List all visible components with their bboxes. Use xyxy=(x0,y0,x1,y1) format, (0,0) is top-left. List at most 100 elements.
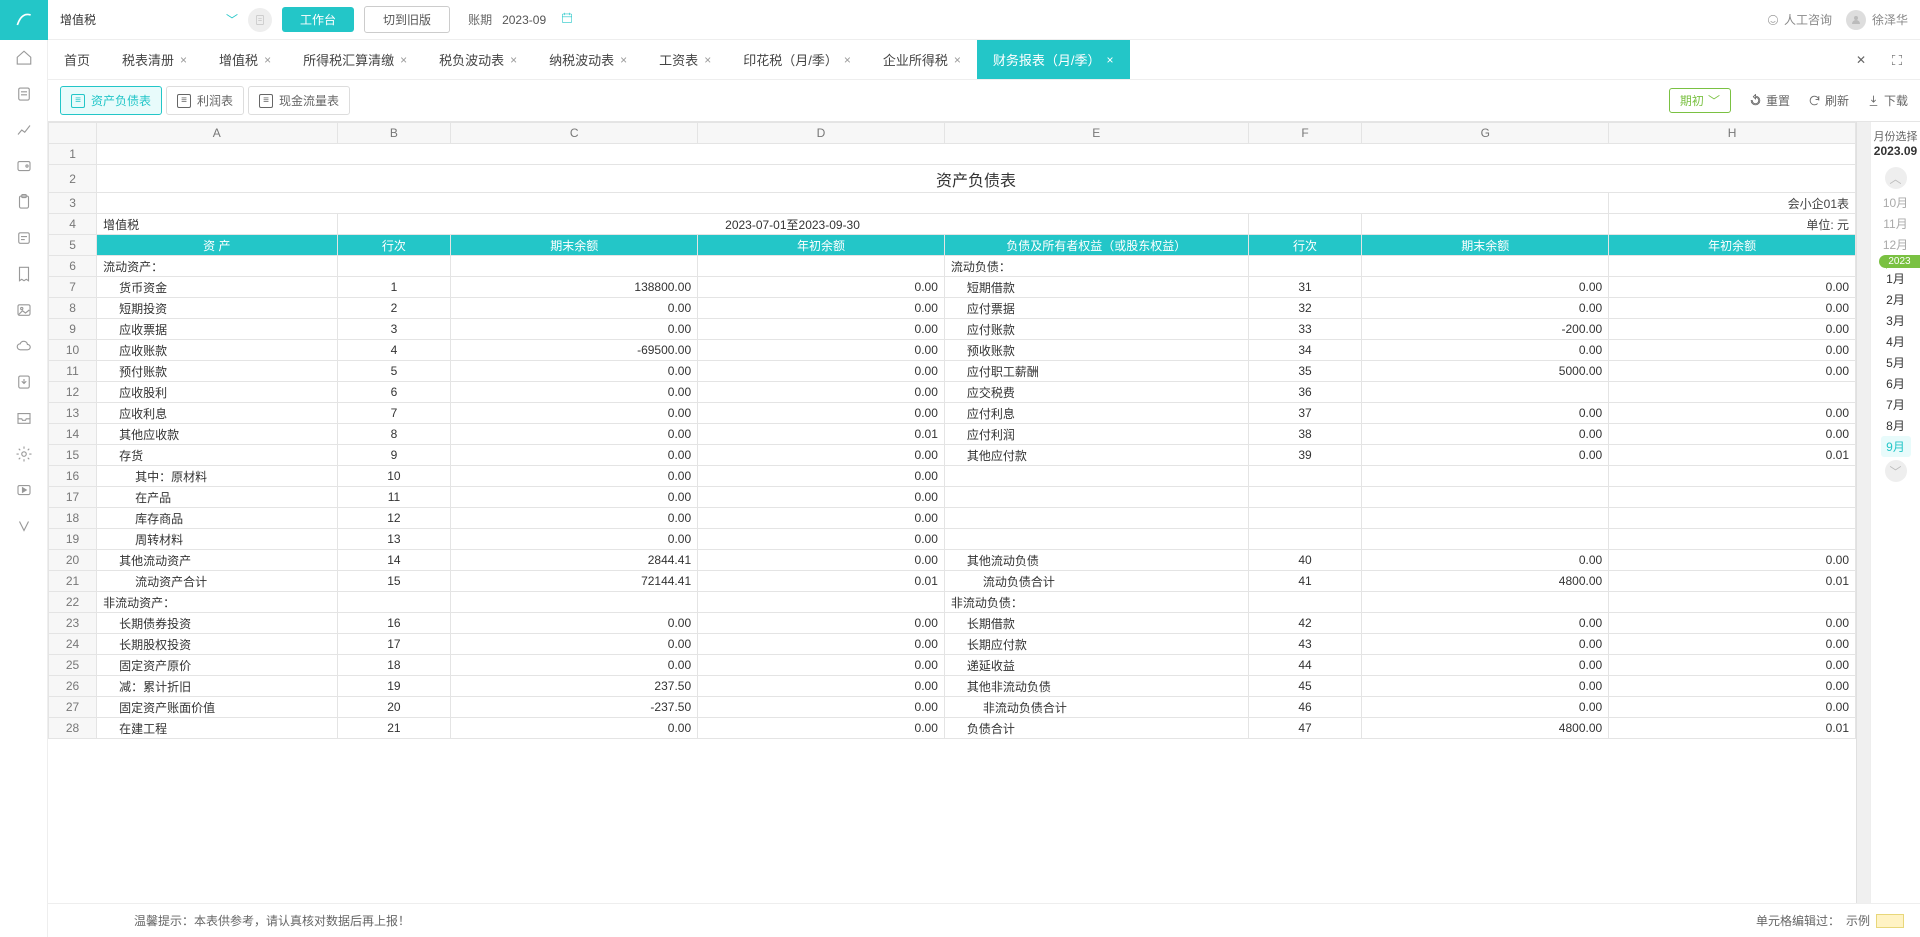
cell[interactable] xyxy=(944,487,1248,508)
cell[interactable]: 34 xyxy=(1248,340,1362,361)
tab-首页[interactable]: 首页 xyxy=(48,40,106,79)
cell[interactable]: 应收票据 xyxy=(97,319,337,340)
col-header[interactable]: C xyxy=(451,123,698,144)
month-item[interactable]: 9月 xyxy=(1881,436,1911,457)
month-item[interactable]: 10月 xyxy=(1871,192,1920,213)
month-item[interactable]: 8月 xyxy=(1871,415,1920,436)
cell[interactable] xyxy=(944,529,1248,550)
cell[interactable]: 0.01 xyxy=(1609,445,1856,466)
cell[interactable]: 8 xyxy=(337,424,451,445)
month-item[interactable]: 12月 xyxy=(1871,234,1920,255)
row-header[interactable]: 4 xyxy=(49,214,97,235)
cell[interactable]: 6 xyxy=(337,382,451,403)
cell[interactable]: 18 xyxy=(337,655,451,676)
row-header[interactable]: 18 xyxy=(49,508,97,529)
cell[interactable]: 12 xyxy=(337,508,451,529)
tab-纳税波动表[interactable]: 纳税波动表× xyxy=(533,40,643,79)
col-header[interactable]: E xyxy=(944,123,1248,144)
cell[interactable] xyxy=(337,256,451,277)
nav-doc-icon[interactable] xyxy=(0,76,48,112)
close-icon[interactable]: × xyxy=(510,53,517,67)
cell[interactable]: 减：累计折旧 xyxy=(97,676,337,697)
cell[interactable]: 固定资产账面价值 xyxy=(97,697,337,718)
cell[interactable]: 0.00 xyxy=(1362,403,1609,424)
calendar-icon[interactable] xyxy=(560,11,574,28)
cell[interactable]: 其中：原材料 xyxy=(97,466,337,487)
cell[interactable]: 39 xyxy=(1248,445,1362,466)
nav-clipboard-icon[interactable] xyxy=(0,184,48,220)
cell[interactable]: 长期债券投资 xyxy=(97,613,337,634)
cell[interactable]: 非流动负债合计 xyxy=(944,697,1248,718)
close-icon[interactable]: × xyxy=(1107,53,1114,67)
cell[interactable]: 0.00 xyxy=(1362,277,1609,298)
tab-税表清册[interactable]: 税表清册× xyxy=(106,40,203,79)
cell[interactable]: 库存商品 xyxy=(97,508,337,529)
cell[interactable]: 0.00 xyxy=(451,466,698,487)
cell[interactable]: 2844.41 xyxy=(451,550,698,571)
cell[interactable]: 0.00 xyxy=(698,403,945,424)
cell[interactable]: 0.00 xyxy=(1362,697,1609,718)
row-header[interactable]: 24 xyxy=(49,634,97,655)
cell[interactable]: 长期股权投资 xyxy=(97,634,337,655)
period-value[interactable]: 2023-09 xyxy=(502,13,546,27)
cell[interactable]: 流动负债： xyxy=(944,256,1248,277)
cell[interactable]: 0.00 xyxy=(1362,676,1609,697)
cell[interactable]: 应付利润 xyxy=(944,424,1248,445)
nav-cloud-icon[interactable] xyxy=(0,328,48,364)
cell[interactable] xyxy=(1609,487,1856,508)
row-header[interactable]: 23 xyxy=(49,613,97,634)
cell[interactable]: 0.01 xyxy=(1609,718,1856,739)
row-header[interactable]: 3 xyxy=(49,193,97,214)
cell[interactable]: 13 xyxy=(337,529,451,550)
row-header[interactable]: 11 xyxy=(49,361,97,382)
cell[interactable]: 72144.41 xyxy=(451,571,698,592)
cell[interactable]: 31 xyxy=(1248,277,1362,298)
cell[interactable]: 其他流动资产 xyxy=(97,550,337,571)
cell[interactable]: 40 xyxy=(1248,550,1362,571)
cell[interactable]: 0.00 xyxy=(698,487,945,508)
row-header[interactable]: 15 xyxy=(49,445,97,466)
cell[interactable] xyxy=(1609,529,1856,550)
cell[interactable] xyxy=(1609,466,1856,487)
cell[interactable] xyxy=(451,592,698,613)
switch-old-button[interactable]: 切到旧版 xyxy=(364,6,450,33)
row-header[interactable]: 8 xyxy=(49,298,97,319)
month-item[interactable]: 6月 xyxy=(1871,373,1920,394)
cell[interactable]: 0.00 xyxy=(1609,403,1856,424)
cell[interactable]: 0.00 xyxy=(698,676,945,697)
cell[interactable]: 0.00 xyxy=(1362,298,1609,319)
cell[interactable]: 0.00 xyxy=(1609,319,1856,340)
cell[interactable]: 0.00 xyxy=(1362,340,1609,361)
cell[interactable]: 0.00 xyxy=(1362,655,1609,676)
cell[interactable]: 0.00 xyxy=(698,277,945,298)
cell[interactable]: 流动资产合计 xyxy=(97,571,337,592)
cell[interactable]: 负债合计 xyxy=(944,718,1248,739)
cell[interactable]: 0.00 xyxy=(451,319,698,340)
cell[interactable]: 0.00 xyxy=(1609,697,1856,718)
month-item[interactable]: 4月 xyxy=(1871,331,1920,352)
nav-wallet-icon[interactable] xyxy=(0,148,48,184)
cell[interactable]: 37 xyxy=(1248,403,1362,424)
cell[interactable]: 0.00 xyxy=(451,718,698,739)
cell[interactable]: 0.00 xyxy=(451,424,698,445)
cell[interactable] xyxy=(1248,466,1362,487)
col-header[interactable]: G xyxy=(1362,123,1609,144)
cell[interactable]: -69500.00 xyxy=(451,340,698,361)
company-selector[interactable]: 增值税 ﹀ xyxy=(60,11,238,28)
cell[interactable] xyxy=(1609,382,1856,403)
cell[interactable]: 0.00 xyxy=(698,718,945,739)
row-header[interactable]: 6 xyxy=(49,256,97,277)
cell[interactable]: 43 xyxy=(1248,634,1362,655)
cell[interactable]: 0.00 xyxy=(1609,550,1856,571)
tab-所得税汇算清缴[interactable]: 所得税汇算清缴× xyxy=(287,40,423,79)
row-header[interactable]: 5 xyxy=(49,235,97,256)
col-header[interactable]: D xyxy=(698,123,945,144)
cell[interactable]: 0.00 xyxy=(1362,424,1609,445)
tab-税负波动表[interactable]: 税负波动表× xyxy=(423,40,533,79)
cell[interactable]: 应付利息 xyxy=(944,403,1248,424)
tab-增值税[interactable]: 增值税× xyxy=(203,40,287,79)
month-item[interactable]: 11月 xyxy=(1871,213,1920,234)
cell[interactable]: 17 xyxy=(337,634,451,655)
row-header[interactable]: 25 xyxy=(49,655,97,676)
nav-export-icon[interactable] xyxy=(0,364,48,400)
